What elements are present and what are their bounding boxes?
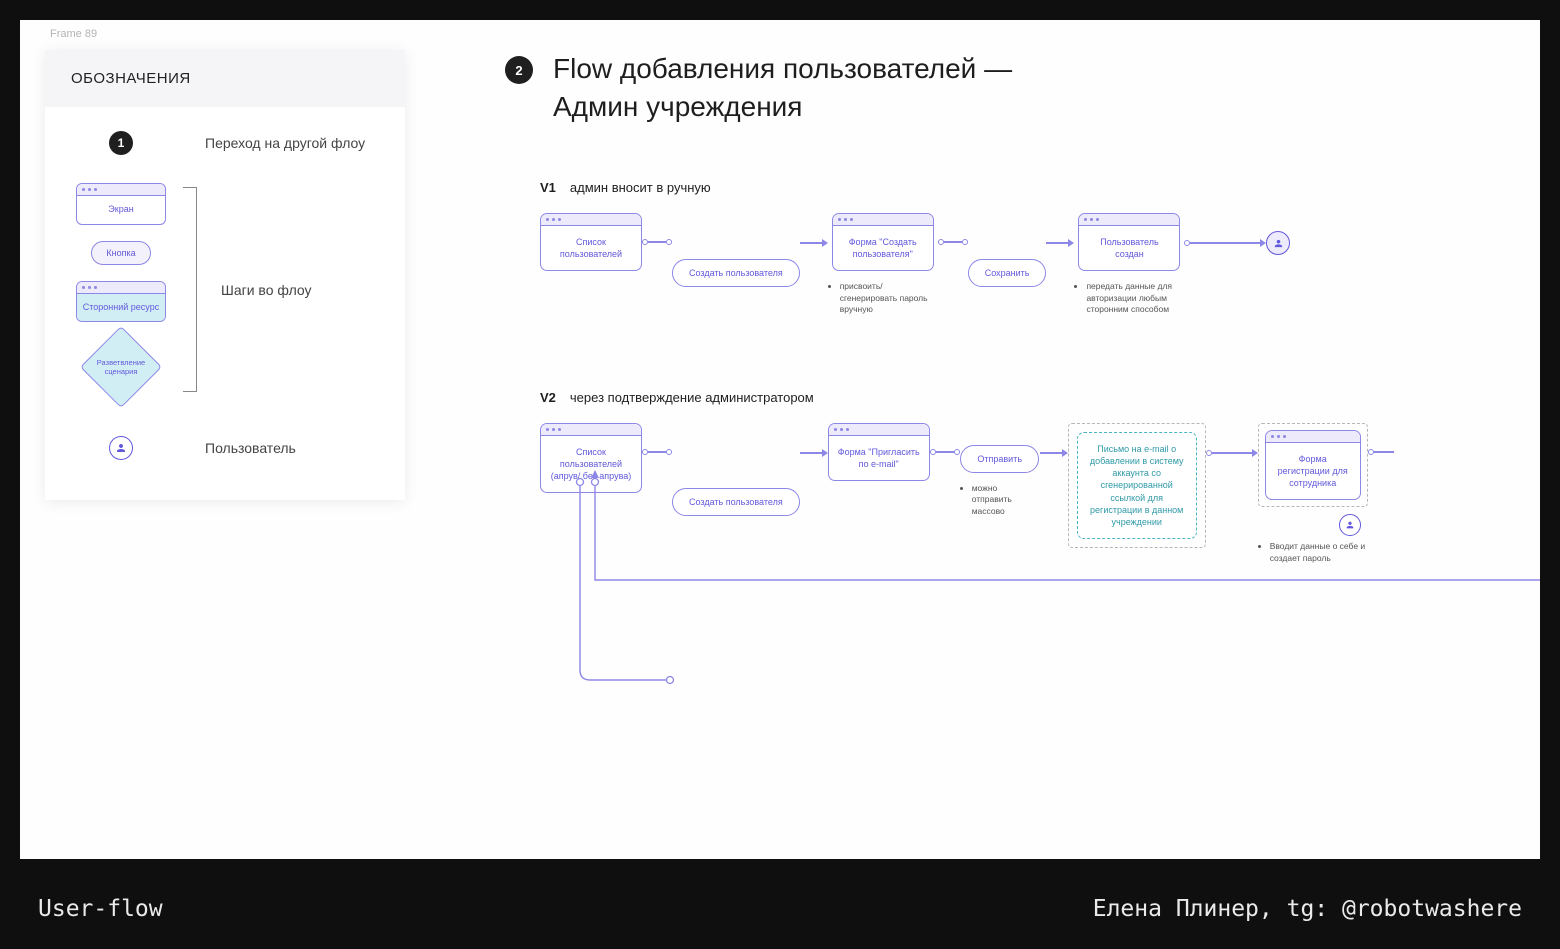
section-number-icon: 2 [505, 56, 533, 84]
number-badge-icon: 1 [109, 131, 133, 155]
main-title: Flow добавления пользователей — Админ уч… [553, 50, 1012, 126]
footer-right: Елена Плинер, tg: @robotwashere [1093, 896, 1522, 922]
legend-row-steps: Экран Кнопка Сторонний ресурс Разветвлен… [71, 183, 379, 396]
footer-left: User-flow [38, 896, 163, 922]
connector-icon [938, 239, 968, 245]
legend-label: Пользователь [205, 440, 296, 456]
connector-icon [642, 449, 672, 455]
external-email-invite: Письмо на e-mail о добавлении в систему … [1077, 432, 1197, 539]
connector-icon [642, 239, 672, 245]
screen-users-list: Список пользователей [540, 213, 642, 271]
flow-v2: V2 через подтверждение администратором С… [540, 390, 1394, 567]
legend-button-shape: Кнопка [91, 241, 150, 265]
connector-icon [1184, 239, 1266, 247]
legend-branch-shape: Разветвление сценария [92, 338, 150, 396]
connector-icon [1368, 449, 1394, 455]
legend-label: Переход на другой флоу [205, 135, 365, 151]
legend-external-label: Сторонний ресурс [77, 294, 165, 322]
flow-v1: V1 админ вносит в ручную Список пользова… [540, 180, 1290, 319]
note: передать данные для авторизации любым ст… [1074, 281, 1184, 318]
legend-row-flow-switch: 1 Переход на другой флоу [71, 131, 379, 155]
connector-icon [1206, 449, 1258, 457]
screen-users-list-approve: Список пользователей (апрув/ без апрува) [540, 423, 642, 493]
screen-invite-email-form: Форма "Пригласить по e-mail" [828, 423, 930, 481]
connector-icon [1046, 239, 1074, 247]
action-create-user: Создать пользователя [672, 259, 800, 287]
user-icon [109, 436, 133, 460]
screen-user-created: Пользователь создан [1078, 213, 1180, 271]
legend-row-user: Пользователь [71, 436, 379, 460]
v1-subhead: V1 админ вносит в ручную [540, 180, 1290, 195]
main-flow: 2 Flow добавления пользователей — Админ … [505, 50, 1540, 859]
action-create-user: Создать пользователя [672, 488, 800, 516]
note: присвоить/ сгенерировать пароль вручную [828, 281, 938, 318]
connector-icon [800, 449, 828, 457]
v2-row: Список пользователей (апрув/ без апрува)… [540, 423, 1394, 567]
connector-icon [1040, 449, 1068, 457]
external-group: Письмо на e-mail о добавлении в систему … [1068, 423, 1206, 548]
connector-icon [800, 239, 828, 247]
legend-screen-shape: Экран [76, 183, 166, 225]
connector-icon [930, 449, 960, 455]
v1-row: Список пользователей Создать пользовател… [540, 213, 1290, 319]
action-send: Отправить [960, 445, 1039, 473]
bracket-icon [183, 187, 197, 392]
main-title-row: 2 Flow добавления пользователей — Админ … [505, 50, 1540, 126]
legend-screen-label: Экран [77, 196, 165, 224]
frame-label: Frame 89 [50, 28, 97, 40]
legend-label: Шаги во флоу [221, 282, 312, 298]
legend-external-shape: Сторонний ресурс [76, 281, 166, 323]
external-group: Форма регистрации для сотрудника [1258, 423, 1368, 507]
note: можно отправить массово [960, 483, 1040, 520]
screen-employee-register: Форма регистрации для сотрудника [1265, 430, 1361, 500]
legend-heading: ОБОЗНАЧЕНИЯ [45, 50, 405, 107]
v2-subhead: V2 через подтверждение администратором [540, 390, 1394, 405]
user-icon [1339, 514, 1361, 536]
legend-body: 1 Переход на другой флоу Экран Кнопка Ст… [45, 107, 405, 500]
figma-canvas: Frame 89 ОБОЗНАЧЕНИЯ 1 Переход на другой… [20, 20, 1540, 859]
action-save: Сохранить [968, 259, 1047, 287]
footer-bar: User-flow Елена Плинер, tg: @robotwasher… [0, 869, 1560, 949]
screen-create-user-form: Форма "Создать пользователя" [832, 213, 934, 271]
note: Вводит данные о себе и создает пароль [1258, 541, 1368, 567]
legend-panel: ОБОЗНАЧЕНИЯ 1 Переход на другой флоу Экр… [45, 50, 405, 500]
user-icon [1266, 231, 1290, 255]
